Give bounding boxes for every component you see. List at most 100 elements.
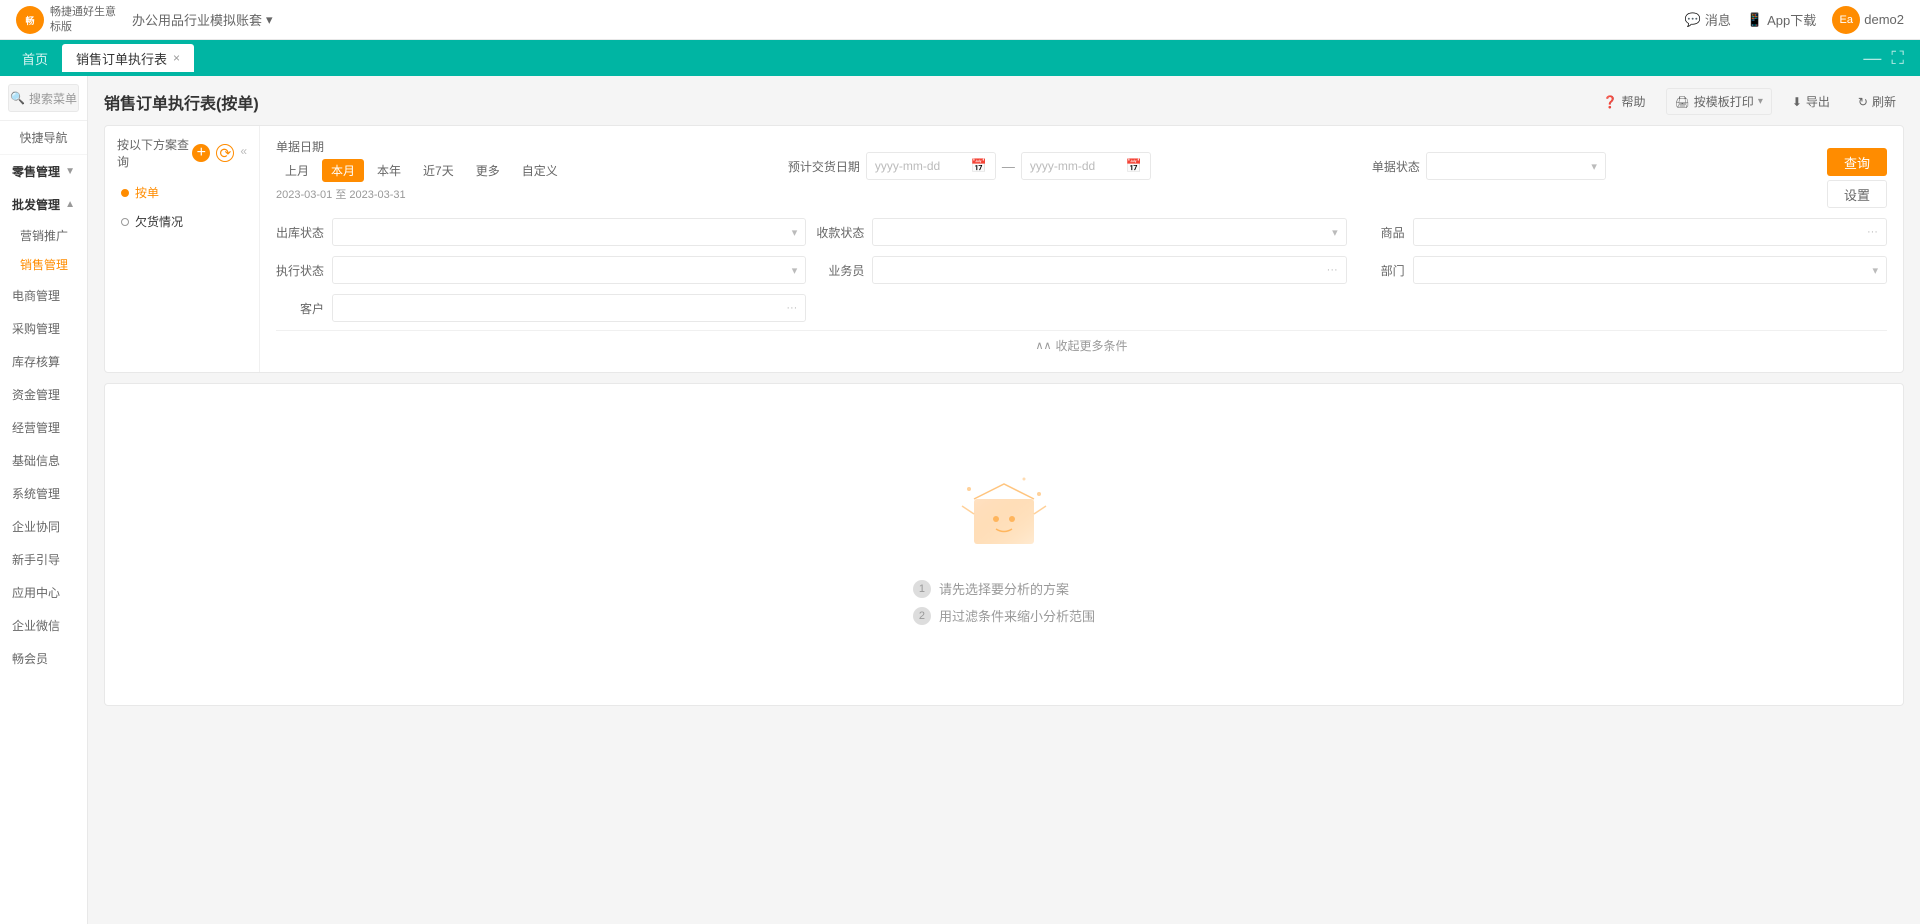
collapse-row[interactable]: ∧∧ 收起更多条件: [276, 330, 1887, 360]
search-menu-button[interactable]: 🔍 搜索菜单: [8, 84, 79, 112]
sidebar-item-operations[interactable]: 经营管理: [0, 411, 87, 444]
dept-chevron-icon: ▾: [1872, 264, 1878, 277]
goods-cell: 商品 ···: [1357, 218, 1887, 246]
salesperson-input[interactable]: ···: [872, 256, 1346, 284]
collection-status-select[interactable]: ▾: [872, 218, 1346, 246]
period-this-month-btn[interactable]: 本月: [322, 159, 364, 182]
nav-tabs: 首页 销售订单执行表 × — ⛶: [0, 40, 1920, 76]
help-button[interactable]: ❓ 帮助: [1595, 89, 1654, 114]
help-label: 帮助: [1622, 93, 1646, 110]
sidebar-item-wechat[interactable]: 企业微信: [0, 609, 87, 642]
sidebar-item-guide[interactable]: 新手引导: [0, 543, 87, 576]
empty-steps: 1 请先选择要分析的方案 2 用过滤条件来缩小分析范围: [913, 579, 1095, 625]
scheme-add-icon[interactable]: +: [192, 144, 210, 162]
salesperson-label: 业务员: [816, 262, 864, 279]
results-panel: 1 请先选择要分析的方案 2 用过滤条件来缩小分析范围: [104, 383, 1904, 706]
message-label: 消息: [1705, 10, 1731, 29]
export-button[interactable]: ⬇ 导出: [1784, 89, 1838, 114]
date-placeholder-end: yyyy-mm-dd: [1030, 159, 1095, 173]
query-btn-group: 查询 设置: [1827, 148, 1887, 208]
tab-sales-order-label: 销售订单执行表: [76, 49, 167, 68]
quick-nav-label: 快捷导航: [19, 129, 67, 146]
maximize-icon[interactable]: ⛶: [1891, 48, 1904, 69]
user-action[interactable]: Ea demo2: [1832, 6, 1904, 34]
tab-sales-order[interactable]: 销售订单执行表 ×: [62, 44, 194, 72]
help-icon: ❓: [1603, 95, 1618, 109]
filter-row-2: 出库状态 ▾ 收款状态 ▾ 商品: [276, 218, 1887, 246]
dept-select[interactable]: ▾: [1413, 256, 1887, 284]
period-custom-btn[interactable]: 自定义: [513, 159, 567, 182]
customer-dots-icon: ···: [786, 302, 797, 314]
expected-date-start-input[interactable]: yyyy-mm-dd 📅: [866, 152, 996, 180]
scheme-inactive-dot: [121, 218, 129, 226]
tab-home[interactable]: 首页: [8, 44, 62, 72]
goods-dots-icon: ···: [1867, 226, 1878, 238]
app-selector[interactable]: 办公用品行业模拟账套 ▾: [124, 8, 281, 31]
goods-input[interactable]: ···: [1413, 218, 1887, 246]
sidebar-item-basic-info[interactable]: 基础信息: [0, 444, 87, 477]
scheme-item-backorder[interactable]: 欠货情况: [113, 207, 251, 236]
scheme-active-dot: [121, 189, 129, 197]
exec-status-select[interactable]: ▾: [332, 256, 806, 284]
sidebar: 🔍 搜索菜单 快捷导航 零售管理 ▼ 批发管理 ▲ 营销推广 销售管理 电商管理…: [0, 76, 88, 924]
period-this-year-btn[interactable]: 本年: [368, 159, 410, 182]
print-icon: 🖨: [1675, 95, 1690, 109]
refresh-button[interactable]: ↻ 刷新: [1850, 89, 1904, 114]
sidebar-item-ecommerce[interactable]: 电商管理: [0, 279, 87, 312]
customer-label: 客户: [276, 300, 324, 317]
expected-date-end-input[interactable]: yyyy-mm-dd 📅: [1021, 152, 1151, 180]
sidebar-item-quick-nav[interactable]: 快捷导航: [0, 121, 87, 155]
status-chevron-icon: ▾: [1591, 160, 1597, 173]
avatar: Ea: [1832, 6, 1860, 34]
sidebar-item-finance[interactable]: 资金管理: [0, 378, 87, 411]
minimize-icon[interactable]: —: [1863, 48, 1881, 69]
period-buttons: 上月 本月 本年 近7天 更多 自定义: [276, 159, 567, 182]
delivery-status-select[interactable]: ▾: [332, 218, 806, 246]
sidebar-item-system[interactable]: 系统管理: [0, 477, 87, 510]
delivery-status-cell: 出库状态 ▾: [276, 218, 806, 246]
sidebar-item-wholesale[interactable]: 批发管理 ▲: [0, 188, 87, 221]
message-action[interactable]: 💬 消息: [1685, 10, 1731, 29]
sidebar-item-purchase[interactable]: 采购管理: [0, 312, 87, 345]
sidebar-item-sales[interactable]: 销售管理: [0, 250, 87, 279]
settings-button[interactable]: 设置: [1827, 180, 1887, 208]
period-more-btn[interactable]: 更多: [467, 159, 509, 182]
sidebar-item-inventory[interactable]: 库存核算: [0, 345, 87, 378]
app-download-action[interactable]: 📱 App下载: [1747, 10, 1816, 29]
step-1-num: 1: [913, 580, 931, 598]
page-title: 销售订单执行表(按单): [104, 90, 259, 114]
sidebar-item-member[interactable]: 畅会员: [0, 642, 87, 675]
step-1-text: 请先选择要分析的方案: [939, 579, 1069, 598]
customer-input[interactable]: ···: [332, 294, 806, 322]
collapse-label: 收起更多条件: [1056, 337, 1128, 354]
customer-cell: 客户 ···: [276, 294, 806, 322]
scheme-item-label: 按单: [135, 184, 159, 201]
svg-text:畅: 畅: [25, 15, 34, 26]
sidebar-search-area: 🔍 搜索菜单: [0, 76, 87, 121]
scheme-sidebar: 按以下方案查询 + ⟳ « 按单 欠货情况: [105, 126, 260, 372]
sidebar-item-marketing[interactable]: 营销推广: [0, 221, 87, 250]
message-icon: 💬: [1685, 12, 1701, 28]
sidebar-item-enterprise[interactable]: 企业协同: [0, 510, 87, 543]
period-last7-btn[interactable]: 近7天: [414, 159, 463, 182]
scheme-collapse-icon[interactable]: «: [240, 144, 247, 162]
scheme-item-by-order[interactable]: 按单: [113, 178, 251, 207]
scheme-section-label: 按以下方案查询: [117, 136, 192, 170]
period-last-month-btn[interactable]: 上月: [276, 159, 318, 182]
chevron-up-icon: ▲: [65, 199, 75, 210]
scheme-sidebar-header: 按以下方案查询 + ⟳ «: [113, 136, 251, 170]
sidebar-item-retail[interactable]: 零售管理 ▼: [0, 155, 87, 188]
chevron-down-icon: ▾: [266, 12, 273, 28]
date-placeholder-start: yyyy-mm-dd: [875, 159, 940, 173]
tab-home-label: 首页: [22, 49, 48, 68]
scheme-refresh-icon[interactable]: ⟳: [216, 144, 234, 162]
header-right: 💬 消息 📱 App下载 Ea demo2: [1685, 6, 1904, 34]
collection-status-label: 收款状态: [816, 224, 864, 241]
empty-step-1: 1 请先选择要分析的方案: [913, 579, 1095, 598]
date-label: 单据日期: [276, 138, 567, 155]
print-button[interactable]: 🖨 按模板打印 ▾: [1666, 88, 1772, 115]
close-icon[interactable]: ×: [173, 51, 180, 65]
status-select[interactable]: ▾: [1426, 152, 1606, 180]
query-button[interactable]: 查询: [1827, 148, 1887, 176]
sidebar-item-app-center[interactable]: 应用中心: [0, 576, 87, 609]
